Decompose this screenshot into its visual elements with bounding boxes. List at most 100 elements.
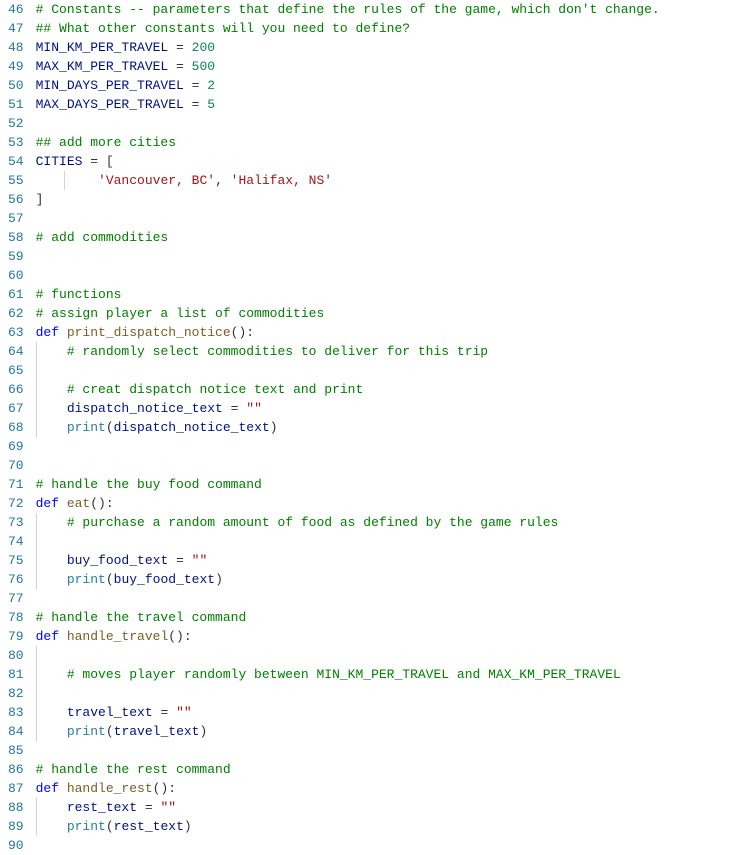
token-comment: # handle the rest command [36,762,231,777]
code-text: ] [36,192,44,207]
code-line[interactable]: buy_food_text = "" [36,551,745,570]
code-line[interactable]: # handle the buy food command [36,475,745,494]
indent-guide [36,570,37,589]
line-number: 61 [8,285,24,304]
token-variable: MAX_DAYS_PER_TRAVEL [36,97,184,112]
line-number: 73 [8,513,24,532]
token-comment: # assign player a list of commodities [36,306,325,321]
code-line[interactable]: print(rest_text) [36,817,745,836]
code-text: MAX_KM_PER_TRAVEL = 500 [36,59,215,74]
code-text: # functions [36,287,122,302]
code-editor[interactable]: 4647484950515253545556575859606162636465… [0,0,745,853]
indent-guide [36,532,37,551]
line-number: 55 [8,171,24,190]
token-punctuation: ) [199,724,207,739]
code-line[interactable]: # functions [36,285,745,304]
token-punctuation: [ [106,154,114,169]
code-line[interactable]: MAX_KM_PER_TRAVEL = 500 [36,57,745,76]
token-comment: ## What other constants will you need to… [36,21,410,36]
code-line[interactable]: print(dispatch_notice_text) [36,418,745,437]
code-line[interactable]: # moves player randomly between MIN_KM_P… [36,665,745,684]
token-number: 500 [192,59,215,74]
code-line[interactable] [36,209,745,228]
code-line[interactable]: CITIES = [ [36,152,745,171]
line-number: 70 [8,456,24,475]
code-line[interactable] [36,361,745,380]
token-comment: ## add more cities [36,135,176,150]
code-line[interactable] [36,741,745,760]
token-plain [59,325,67,340]
code-text: # handle the buy food command [36,477,262,492]
line-number: 58 [8,228,24,247]
code-text: dispatch_notice_text = "" [36,401,262,416]
token-comment: # Constants -- parameters that define th… [36,2,660,17]
token-string: "" [176,705,192,720]
code-text: def print_dispatch_notice(): [36,325,254,340]
code-area[interactable]: # Constants -- parameters that define th… [36,0,745,853]
indent-guide [36,380,37,399]
code-line[interactable]: 'Vancouver, BC', 'Halifax, NS' [36,171,745,190]
line-number: 78 [8,608,24,627]
code-line[interactable]: # purchase a random amount of food as de… [36,513,745,532]
line-number: 76 [8,570,24,589]
code-line[interactable]: travel_text = "" [36,703,745,722]
indent-guide [36,513,37,532]
token-punctuation: (): [168,629,191,644]
code-line[interactable] [36,646,745,665]
token-builtin: print [67,572,106,587]
line-number: 72 [8,494,24,513]
token-operator: = [168,59,191,74]
line-number: 67 [8,399,24,418]
token-operator: = [137,800,160,815]
code-line[interactable]: dispatch_notice_text = "" [36,399,745,418]
token-punctuation: (): [153,781,176,796]
code-line[interactable]: print(buy_food_text) [36,570,745,589]
token-plain [59,781,67,796]
code-line[interactable]: # randomly select commodities to deliver… [36,342,745,361]
code-line[interactable]: ## What other constants will you need to… [36,19,745,38]
token-operator: = [184,78,207,93]
code-line[interactable]: # assign player a list of commodities [36,304,745,323]
code-line[interactable]: rest_text = "" [36,798,745,817]
code-line[interactable]: # add commodities [36,228,745,247]
code-line[interactable]: # handle the travel command [36,608,745,627]
indent-guide [36,665,37,684]
code-line[interactable]: def handle_rest(): [36,779,745,798]
code-line[interactable] [36,266,745,285]
code-text: MIN_KM_PER_TRAVEL = 200 [36,40,215,55]
code-text: ## What other constants will you need to… [36,21,410,36]
code-line[interactable] [36,684,745,703]
code-text: # purchase a random amount of food as de… [36,515,559,530]
code-text: rest_text = "" [36,800,176,815]
line-number: 84 [8,722,24,741]
code-line[interactable]: def eat(): [36,494,745,513]
code-line[interactable]: MIN_DAYS_PER_TRAVEL = 2 [36,76,745,95]
code-line[interactable]: print(travel_text) [36,722,745,741]
code-line[interactable]: def print_dispatch_notice(): [36,323,745,342]
code-line[interactable] [36,589,745,608]
indent-guide [36,646,37,665]
line-number: 86 [8,760,24,779]
code-line[interactable] [36,456,745,475]
token-variable: MAX_KM_PER_TRAVEL [36,59,169,74]
code-line[interactable]: MIN_KM_PER_TRAVEL = 200 [36,38,745,57]
token-comment: # handle the travel command [36,610,247,625]
code-line[interactable]: # creat dispatch notice text and print [36,380,745,399]
indent-guide [36,722,37,741]
code-line[interactable]: # Constants -- parameters that define th… [36,0,745,19]
code-line[interactable] [36,836,745,855]
token-function-name: handle_travel [67,629,168,644]
line-number: 65 [8,361,24,380]
code-line[interactable] [36,114,745,133]
code-line[interactable]: def handle_travel(): [36,627,745,646]
code-line[interactable]: ## add more cities [36,133,745,152]
code-line[interactable]: ] [36,190,745,209]
code-line[interactable]: MAX_DAYS_PER_TRAVEL = 5 [36,95,745,114]
token-comment: # functions [36,287,122,302]
indent-guide [36,684,37,703]
code-line[interactable] [36,247,745,266]
code-line[interactable]: # handle the rest command [36,760,745,779]
code-line[interactable] [36,437,745,456]
code-line[interactable] [36,532,745,551]
line-number-gutter: 4647484950515253545556575859606162636465… [0,0,36,853]
